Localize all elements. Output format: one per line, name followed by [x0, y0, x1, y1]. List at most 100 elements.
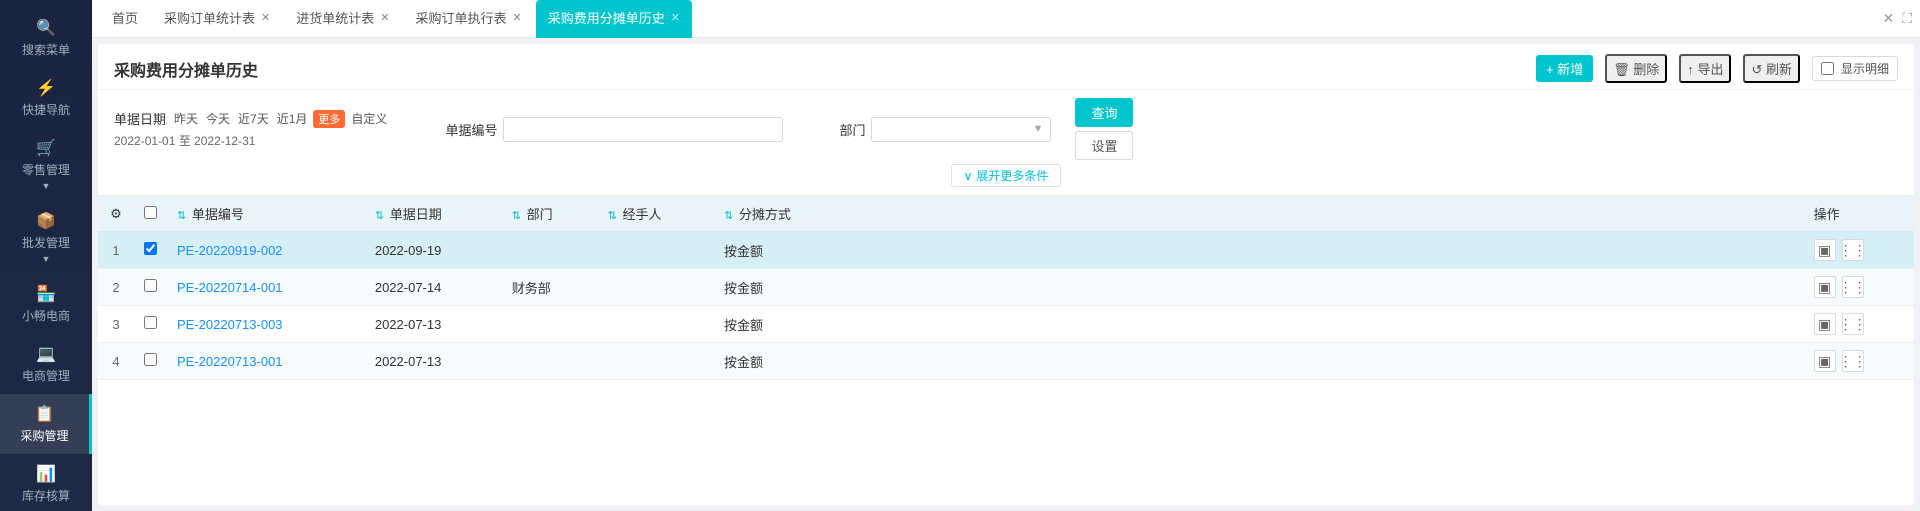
settings-icon[interactable]: ⚙: [110, 206, 122, 221]
sidebar-item-label: 采购管理: [20, 427, 68, 444]
shortcut-more[interactable]: 更多: [313, 110, 345, 128]
row-actions-1: ▣ ⋮⋮: [1804, 232, 1914, 269]
tab-inbound-stats[interactable]: 进货单统计表 ✕: [284, 0, 401, 38]
close-tab-purchase-order-stats[interactable]: ✕: [261, 11, 270, 24]
row-checkbox-2[interactable]: [134, 269, 167, 306]
tab-purchase-order-stats[interactable]: 采购订单统计表 ✕: [152, 0, 282, 38]
sort-icon-doc-date[interactable]: ⇅: [375, 210, 384, 222]
row-select-checkbox-4[interactable]: [144, 353, 157, 366]
sidebar-item-ecommerce[interactable]: 💻 电商管理: [0, 334, 92, 394]
row-alloc-method-4: 按金额: [714, 343, 1804, 380]
doc-num-input[interactable]: [503, 117, 783, 142]
sidebar-item-search[interactable]: 🔍 搜索菜单: [0, 8, 92, 68]
shortcut-1month[interactable]: 近1月: [275, 109, 310, 128]
sidebar-item-label: 零售管理: [22, 161, 70, 178]
row-more-icon-2[interactable]: ⋮⋮: [1842, 276, 1864, 298]
close-all-tabs-icon[interactable]: ✕: [1882, 10, 1894, 27]
sort-icon-dept[interactable]: ⇅: [512, 210, 521, 222]
row-checkbox-3[interactable]: [134, 306, 167, 343]
doc-num-link-4[interactable]: PE-20220713-001: [177, 354, 283, 369]
close-tab-purchase-cost-history[interactable]: ✕: [671, 11, 680, 24]
purchase-icon: 📋: [35, 404, 55, 424]
col-alloc-method: ⇅ 分摊方式: [714, 196, 1804, 232]
row-more-icon-4[interactable]: ⋮⋮: [1842, 350, 1864, 372]
close-tab-purchase-order-exec[interactable]: ✕: [513, 11, 522, 24]
filter-settings-button[interactable]: 设置: [1075, 131, 1133, 160]
row-more-icon-1[interactable]: ⋮⋮: [1842, 239, 1864, 261]
row-handler-1: [598, 232, 714, 269]
sidebar-item-inventory[interactable]: 📊 库存核算: [0, 454, 92, 511]
sidebar-item-quick-nav[interactable]: ⚡ 快捷导航: [0, 68, 92, 128]
sidebar-item-purchase[interactable]: 📋 采购管理: [0, 394, 92, 454]
sidebar: 🔍 搜索菜单 ⚡ 快捷导航 🛒 零售管理 ▼ 📦 批发管理 ▼ 🏪 小畅电商 💻…: [0, 0, 92, 511]
row-doc-num-1: PE-20220919-002: [167, 232, 365, 269]
shortcut-yesterday[interactable]: 昨天: [172, 109, 200, 128]
row-view-icon-2[interactable]: ▣: [1814, 276, 1836, 298]
sort-icon-handler[interactable]: ⇅: [608, 210, 617, 222]
maximize-icon[interactable]: ⛶: [1902, 10, 1912, 27]
row-checkbox-4[interactable]: [134, 343, 167, 380]
sort-icon-alloc[interactable]: ⇅: [724, 210, 733, 222]
row-view-icon-1[interactable]: ▣: [1814, 239, 1836, 261]
sidebar-item-mini-shop[interactable]: 🏪 小畅电商: [0, 274, 92, 334]
row-select-checkbox-1[interactable]: [144, 242, 157, 255]
sidebar-item-label: 搜索菜单: [22, 41, 70, 58]
doc-num-link-3[interactable]: PE-20220713-003: [177, 317, 283, 332]
doc-num-link-2[interactable]: PE-20220714-001: [177, 280, 283, 295]
row-num-1: 1: [98, 232, 134, 269]
search-icon: 🔍: [36, 18, 56, 38]
wholesale-icon: 📦: [36, 211, 56, 231]
col-doc-num: ⇅ 单据编号: [167, 196, 365, 232]
add-button[interactable]: + 新增: [1536, 55, 1593, 82]
export-button[interactable]: ↑ 导出: [1679, 54, 1731, 83]
select-all-checkbox[interactable]: [144, 206, 157, 219]
dept-input[interactable]: [871, 117, 1051, 142]
row-dept-1: [502, 232, 598, 269]
doc-num-link-1[interactable]: PE-20220919-002: [177, 243, 283, 258]
expand-btn-label: 展开更多条件: [976, 167, 1048, 184]
row-view-icon-4[interactable]: ▣: [1814, 350, 1836, 372]
row-select-checkbox-3[interactable]: [144, 316, 157, 329]
sidebar-item-retail[interactable]: 🛒 零售管理 ▼: [0, 128, 92, 201]
tab-home[interactable]: 首页: [100, 0, 150, 38]
shortcut-today[interactable]: 今天: [204, 109, 232, 128]
quick-nav-icon: ⚡: [36, 78, 56, 98]
date-shortcuts: 昨天 今天 近7天 近1月 更多 自定义: [172, 109, 389, 128]
row-doc-date-2: 2022-07-14: [365, 269, 502, 306]
doc-num-label: 单据编号: [445, 120, 497, 139]
row-more-icon-3[interactable]: ⋮⋮: [1842, 313, 1864, 335]
col-settings[interactable]: ⚙: [98, 196, 134, 232]
row-actions-2: ▣ ⋮⋮: [1804, 269, 1914, 306]
sidebar-item-wholesale[interactable]: 📦 批发管理 ▼: [0, 201, 92, 274]
tab-purchase-order-exec[interactable]: 采购订单执行表 ✕: [403, 0, 533, 38]
row-view-icon-3[interactable]: ▣: [1814, 313, 1836, 335]
search-button[interactable]: 查询: [1075, 98, 1133, 127]
close-tab-inbound-stats[interactable]: ✕: [380, 11, 389, 24]
row-dept-3: [502, 306, 598, 343]
row-num-4: 4: [98, 343, 134, 380]
date-filter-group: 单据日期 昨天 今天 近7天 近1月 更多 自定义 2022-01-01 至 2…: [114, 109, 389, 149]
col-doc-date: ⇅ 单据日期: [365, 196, 502, 232]
refresh-button[interactable]: ↺ 刷新: [1743, 54, 1800, 83]
sidebar-item-label: 快捷导航: [22, 101, 70, 118]
row-handler-2: [598, 269, 714, 306]
tab-controls: ✕ ⛶: [1882, 10, 1912, 27]
row-checkbox-1[interactable]: [134, 232, 167, 269]
sidebar-item-label: 电商管理: [22, 367, 70, 384]
chevron-down-icon: ▼: [1033, 123, 1044, 135]
col-checkbox[interactable]: [134, 196, 167, 232]
tab-purchase-cost-history[interactable]: 采购费用分摊单历史 ✕: [536, 0, 692, 38]
row-select-checkbox-2[interactable]: [144, 279, 157, 292]
table-area: ⚙ ⇅ 单据编号 ⇅ 单据日期: [98, 196, 1914, 505]
delete-button[interactable]: 🗑 删除: [1605, 54, 1667, 83]
row-handler-4: [598, 343, 714, 380]
show-cols-label: 显示明细: [1841, 60, 1889, 77]
expand-more-btn[interactable]: ∨ 展开更多条件: [951, 164, 1062, 187]
show-cols-checkbox[interactable]: [1821, 62, 1834, 75]
sort-icon-doc-num[interactable]: ⇅: [177, 210, 186, 222]
shortcut-7days[interactable]: 近7天: [236, 109, 271, 128]
show-cols-toggle[interactable]: 显示明细: [1812, 56, 1898, 81]
row-doc-num-2: PE-20220714-001: [167, 269, 365, 306]
row-dept-2: 财务部: [502, 269, 598, 306]
shortcut-custom[interactable]: 自定义: [349, 109, 389, 128]
